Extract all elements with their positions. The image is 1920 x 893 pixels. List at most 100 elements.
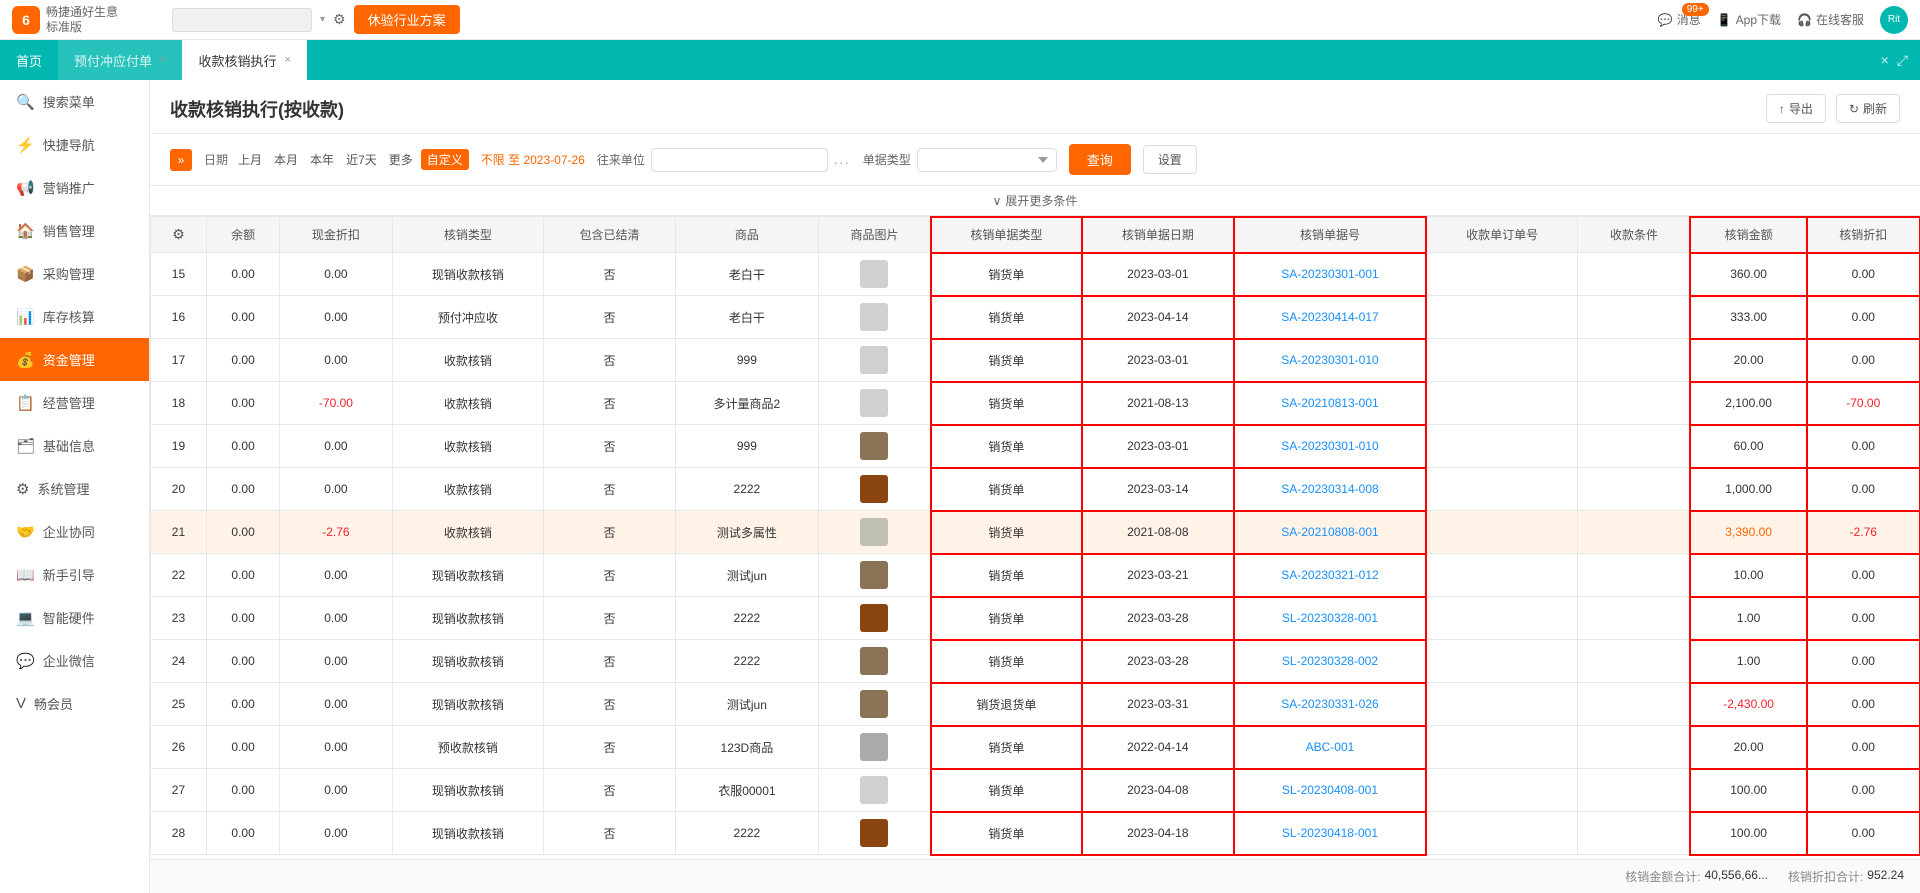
sidebar-item-purchase[interactable]: 📦采购管理 [0,252,149,295]
td-verify_bill_type: 销货单 [931,296,1082,339]
date-opt-custom[interactable]: 自定义 [421,149,469,170]
td-verify_bill_no[interactable]: SA-20230321-012 [1234,554,1427,597]
message-icon: 💬 [1658,13,1673,27]
td-verify_bill_no[interactable]: SA-20230301-010 [1234,425,1427,468]
td-verify_bill_no[interactable]: SL-20230328-002 [1234,640,1427,683]
sidebar-item-operation[interactable]: 📋经营管理 [0,381,149,424]
tab-verify-close[interactable]: × [284,54,290,66]
td-receipt_order_no [1426,683,1577,726]
td-receipt_order_no [1426,382,1577,425]
bill-no-link[interactable]: SA-20230331-026 [1281,697,1378,711]
bill-no-link[interactable]: ABC-001 [1306,740,1355,754]
bill-no-link[interactable]: SA-20230301-010 [1281,439,1378,453]
filter-bar: » 日期 上月 本月 本年 近7天 更多 自定义 不限 至 2023-07-26… [150,134,1920,186]
expand-more-btn[interactable]: ∨ 展开更多条件 [993,192,1078,209]
td-goods_image [818,468,930,511]
td-goods_image [818,769,930,812]
bill-no-link[interactable]: SA-20230301-010 [1281,353,1378,367]
sidebar-label-purchase: 采购管理 [43,264,95,283]
refresh-btn[interactable]: ↻ 刷新 [1836,94,1900,123]
app-download-btn[interactable]: 📱 App下载 [1717,11,1781,28]
tab-home[interactable]: 首页 [0,40,58,80]
bill-no-link[interactable]: SA-20210813-001 [1281,396,1378,410]
sidebar-item-marketing[interactable]: 📢营销推广 [0,166,149,209]
td-goods_image [818,511,930,554]
td-verify_bill_no[interactable]: SA-20210808-001 [1234,511,1427,554]
sidebar-item-guide[interactable]: 📖新手引导 [0,553,149,596]
sidebar-item-system[interactable]: ⚙系统管理 [0,467,149,510]
td-receipt_order_no [1426,554,1577,597]
industry-btn[interactable]: 休验行业方案 [354,5,460,34]
bill-no-link[interactable]: SA-20230301-001 [1281,267,1378,281]
bill-no-link[interactable]: SL-20230328-001 [1282,611,1378,625]
th-verify_bill_type: 核销单据类型 [931,217,1082,253]
td-verify_bill_no[interactable]: ABC-001 [1234,726,1427,769]
td-receipt_condition [1578,640,1690,683]
sidebar-item-basic[interactable]: 🗂基础信息 [0,424,149,467]
query-btn[interactable]: 查询 [1069,144,1131,175]
online-service-btn[interactable]: 🎧 在线客服 [1797,11,1864,28]
td-receipt_condition [1578,253,1690,296]
sidebar-item-enterprise[interactable]: 🤝企业协同 [0,510,149,553]
sidebar-item-search[interactable]: 🔍搜索菜单 [0,80,149,123]
bill-no-link[interactable]: SA-20230321-012 [1281,568,1378,582]
user-avatar[interactable]: Rit [1880,6,1908,34]
settings-btn[interactable]: 设置 [1143,145,1197,174]
tab-prepay[interactable]: 预付冲应付单 × [58,40,182,80]
date-opt-this-year[interactable]: 本年 [306,149,338,170]
td-verify_bill_no[interactable]: SL-20230418-001 [1234,812,1427,855]
sidebar-label-wechat: 企业微信 [43,651,95,670]
sidebar-label-guide: 新手引导 [43,565,95,584]
messages-btn[interactable]: 💬 消息 99+ [1658,11,1701,28]
refresh-label: 刷新 [1863,100,1887,117]
tab-verify[interactable]: 收款核销执行 × [182,40,306,80]
td-receipt_order_no [1426,726,1577,769]
td-verify_bill_no[interactable]: SA-20230301-001 [1234,253,1427,296]
bill-no-link[interactable]: SL-20230418-001 [1282,826,1378,840]
bill-no-link[interactable]: SL-20230408-001 [1282,783,1378,797]
td-receipt_order_no [1426,425,1577,468]
window-maximize-btn[interactable]: ⤢ [1897,52,1908,69]
sidebar-item-sales[interactable]: 🏠销售管理 [0,209,149,252]
td-verify_bill_no[interactable]: SA-20230301-010 [1234,339,1427,382]
window-close-btn[interactable]: × [1881,52,1889,68]
sidebar-item-wechat[interactable]: 💬企业微信 [0,639,149,682]
sidebar-item-inventory[interactable]: 📊库存核算 [0,295,149,338]
td-verify_bill_no[interactable]: SL-20230328-001 [1234,597,1427,640]
td-verify_bill_no[interactable]: SA-20230314-008 [1234,468,1427,511]
sidebar-item-member[interactable]: V畅会员 [0,682,149,725]
td-balance: 0.00 [206,769,279,812]
tab-prepay-close[interactable]: × [160,54,166,66]
td-verify_type: 现销收款核销 [392,597,543,640]
bill-type-select[interactable] [917,148,1057,172]
filter-expand-btn[interactable]: » [170,149,192,171]
td-verify_bill_no[interactable]: SL-20230408-001 [1234,769,1427,812]
page-title: 收款核销执行(按收款) [170,96,344,122]
th-balance: 余额 [206,217,279,253]
bill-no-link[interactable]: SA-20230414-017 [1281,310,1378,324]
nav-tabs: 首页 预付冲应付单 × 收款核销执行 × × ⤢ [0,40,1920,80]
sidebar-item-quick[interactable]: ⚡快捷导航 [0,123,149,166]
company-selector[interactable] [172,8,312,32]
to-unit-input[interactable] [651,148,828,172]
td-verify_bill_no[interactable]: SA-20230414-017 [1234,296,1427,339]
sidebar-item-hardware[interactable]: 💻智能硬件 [0,596,149,639]
date-opt-this-month[interactable]: 本月 [270,149,302,170]
total-verify-amount-label: 核销金额合计: [1625,868,1700,885]
td-verify_bill_no[interactable]: SA-20230331-026 [1234,683,1427,726]
export-btn[interactable]: ↑ 导出 [1766,94,1826,123]
bill-no-link[interactable]: SA-20230314-008 [1281,482,1378,496]
expand-more-icon: ∨ [993,194,1002,208]
date-opt-7days[interactable]: 近7天 [342,149,381,170]
tab-prepay-label: 预付冲应付单 [74,51,152,70]
bill-no-link[interactable]: SA-20210808-001 [1281,525,1378,539]
date-opt-last-month[interactable]: 上月 [234,149,266,170]
td-include_settled: 否 [544,468,676,511]
chevron-down-icon: ▾ [320,14,325,25]
td-verify_bill_no[interactable]: SA-20210813-001 [1234,382,1427,425]
sidebar-item-finance[interactable]: 💰资金管理 [0,338,149,381]
td-goods: 999 [675,339,818,382]
bill-no-link[interactable]: SL-20230328-002 [1282,654,1378,668]
gear-icon[interactable]: ⚙ [333,11,346,28]
date-opt-more[interactable]: 更多 [385,149,417,170]
